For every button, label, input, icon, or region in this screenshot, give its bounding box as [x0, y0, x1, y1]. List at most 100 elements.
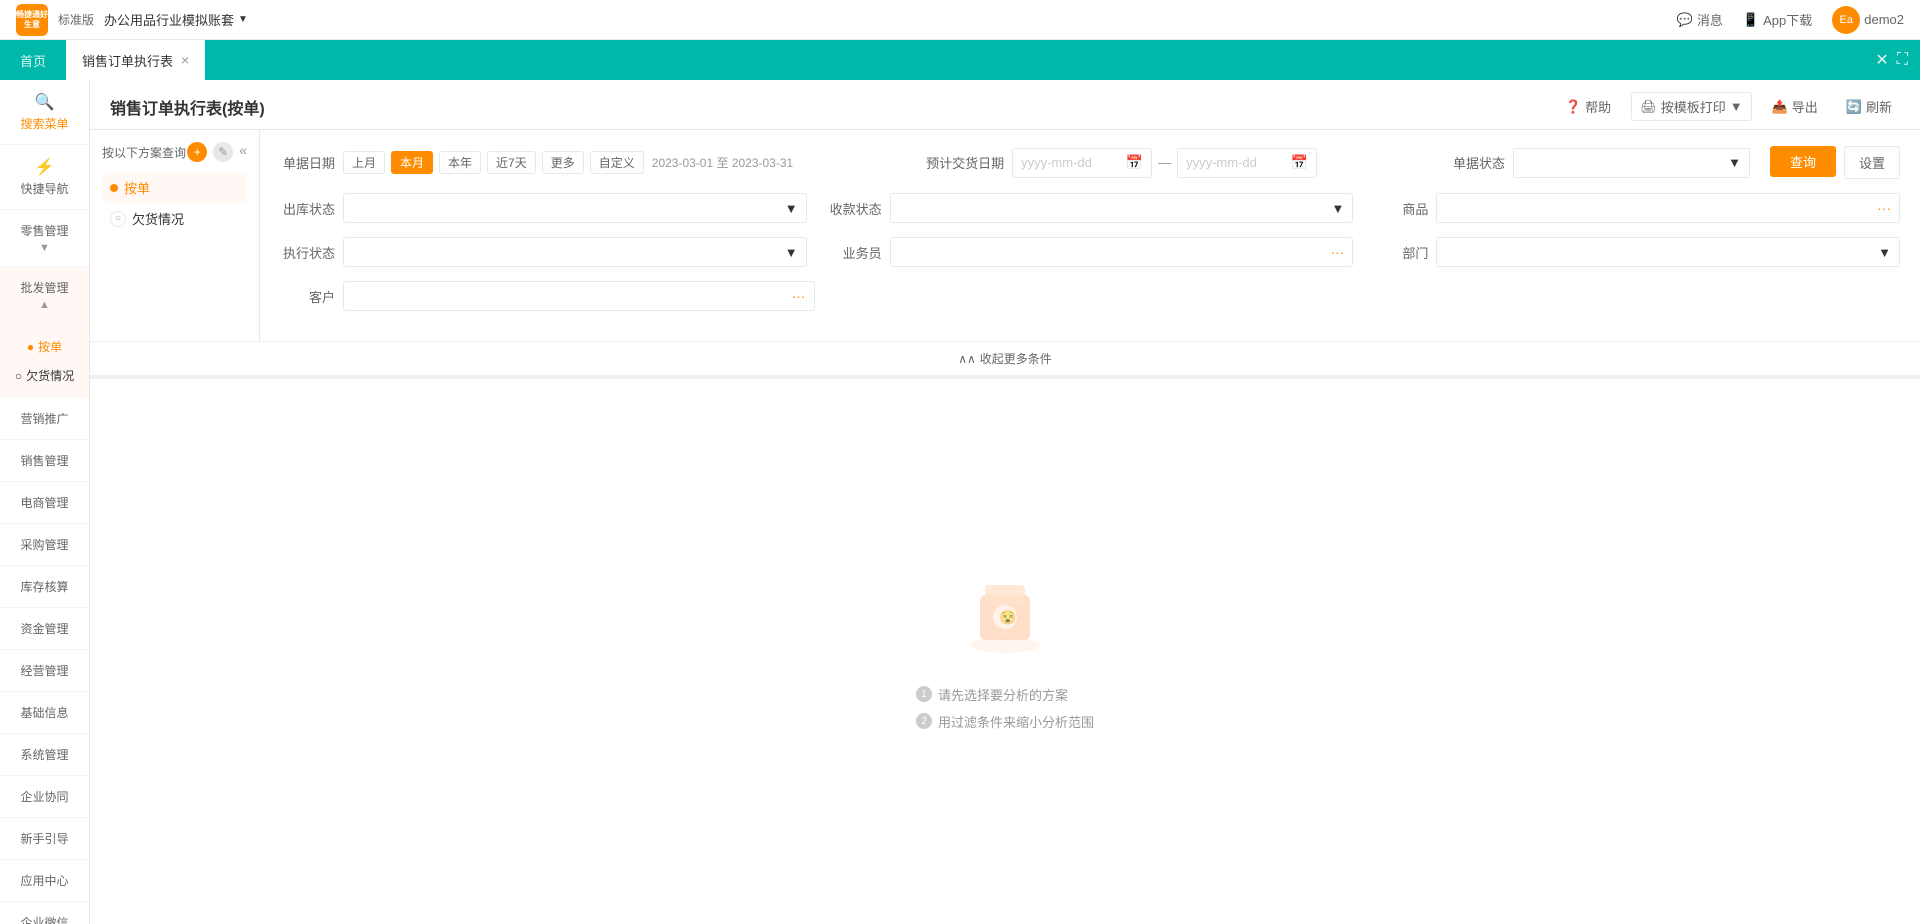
scheme-actions: + ✎ « — [187, 142, 247, 162]
quicknav-label: 快捷导航 — [20, 180, 68, 197]
expected-date-range: yyyy-mm-dd 📅 — yyyy-mm-dd 📅 — [1012, 148, 1317, 178]
page-header: 销售订单执行表(按单) ❓ 帮助 🖨 按模板打印 ▼ 📤 导出 🔄 刷新 — [90, 80, 1920, 130]
filter-goods-item: 商品 ··· — [1373, 193, 1900, 223]
salesman-more-icon[interactable]: ··· — [1330, 244, 1344, 260]
settings-button[interactable]: 设置 — [1844, 146, 1900, 179]
sidebar-item-purchase[interactable]: 采购管理 — [0, 524, 89, 566]
sidebar-sub-item-order[interactable]: ● 按单 — [0, 332, 89, 361]
execution-select[interactable]: ▼ — [343, 237, 807, 267]
date-range-text: 2023-03-01 至 2023-03-31 — [652, 154, 793, 171]
status-select[interactable]: ▼ — [1513, 148, 1750, 178]
close-window-icon[interactable]: ✕ — [1875, 50, 1888, 70]
scheme-header-label: 按以下方案查询 — [102, 144, 186, 161]
scheme-collapse-button[interactable]: « — [239, 142, 247, 162]
sidebar-item-basic[interactable]: 基础信息 — [0, 692, 89, 734]
sidebar-sub-menu: ● 按单 ○ 欠货情况 — [0, 324, 89, 398]
receivable-sub-label: 欠货情况 — [26, 367, 74, 384]
home-tab-label: 首页 — [20, 51, 46, 70]
expected-end-date[interactable]: yyyy-mm-dd 📅 — [1177, 148, 1317, 178]
template-print-label: 按模板打印 — [1661, 97, 1726, 116]
refresh-button[interactable]: 🔄 刷新 — [1838, 93, 1900, 120]
sales-label: 销售管理 — [20, 452, 68, 469]
sidebar-item-search[interactable]: 🔍 搜索菜单 — [0, 80, 89, 145]
quicknav-icon: ⚡ — [35, 157, 55, 177]
payment-select[interactable]: ▼ — [890, 193, 1354, 223]
collapse-bar[interactable]: ∧∧ 收起更多条件 — [90, 341, 1920, 375]
sidebar-item-operation[interactable]: 经营管理 — [0, 650, 89, 692]
payment-label: 收款状态 — [827, 199, 882, 218]
scheme-add-button[interactable]: + — [187, 142, 207, 162]
tag-custom[interactable]: 自定义 — [590, 151, 644, 174]
industry-selector[interactable]: 办公用品行业模拟账套 ▼ — [104, 10, 248, 29]
scheme-active-dot — [110, 184, 118, 192]
goods-more-icon[interactable]: ··· — [1877, 200, 1891, 216]
start-date-calendar-icon[interactable]: 📅 — [1126, 154, 1143, 171]
sidebar-item-corpwechat[interactable]: 企业微信 — [0, 902, 89, 924]
tag-more[interactable]: 更多 — [542, 151, 584, 174]
tag-last-month[interactable]: 上月 — [343, 151, 385, 174]
search-menu-label: 搜索菜单 — [20, 115, 68, 132]
dept-select[interactable]: ▼ — [1436, 237, 1900, 267]
basic-label: 基础信息 — [20, 704, 68, 721]
sidebar-item-retail[interactable]: 零售管理 ▼ — [0, 210, 89, 267]
end-date-calendar-icon[interactable]: 📅 — [1291, 154, 1308, 171]
message-button[interactable]: 💬 消息 — [1677, 10, 1723, 29]
sidebar-item-marketing[interactable]: 营销推广 — [0, 398, 89, 440]
sidebar-item-appcenter[interactable]: 应用中心 — [0, 860, 89, 902]
tab-sales-order[interactable]: 销售订单执行表 × — [66, 40, 205, 80]
sidebar-item-wholesale[interactable]: 批发管理 ▲ — [0, 267, 89, 324]
scheme-edit-button[interactable]: ✎ — [213, 142, 233, 162]
scheme-inactive-circle: ○ — [110, 211, 126, 227]
salesman-select[interactable]: ··· — [890, 237, 1354, 267]
system-label: 系统管理 — [20, 746, 68, 763]
page-title: 销售订单执行表(按单) — [110, 95, 265, 119]
purchase-label: 采购管理 — [20, 536, 68, 553]
filter-actions: 查询 设置 — [1770, 146, 1900, 179]
corp-label: 企业协同 — [20, 788, 68, 805]
tab-close-button[interactable]: × — [181, 53, 189, 67]
plus-icon: + — [194, 145, 201, 159]
goods-select[interactable]: ··· — [1436, 193, 1900, 223]
empty-tip-2: 2 用过滤条件来缩小分析范围 — [916, 712, 1094, 731]
app-download-button[interactable]: 📱 App下载 — [1743, 10, 1812, 29]
customer-label: 客户 — [280, 287, 335, 306]
tag-this-month[interactable]: 本月 — [391, 151, 433, 174]
maximize-icon[interactable]: ⛶ — [1897, 51, 1908, 69]
sidebar-item-newguide[interactable]: 新手引导 — [0, 818, 89, 860]
tag-this-year[interactable]: 本年 — [439, 151, 481, 174]
corpwechat-label: 企业微信 — [20, 914, 68, 924]
date-tags: 上月 本月 本年 近7天 更多 自定义 — [343, 151, 644, 174]
scheme-header: 按以下方案查询 + ✎ « — [102, 142, 247, 162]
salesman-label: 业务员 — [827, 243, 882, 262]
print-chevron-icon: ▼ — [1730, 99, 1743, 114]
sidebar-sub-item-receivable[interactable]: ○ 欠货情况 — [0, 361, 89, 390]
help-button[interactable]: ❓ 帮助 — [1557, 93, 1619, 120]
content-area: 销售订单执行表(按单) ❓ 帮助 🖨 按模板打印 ▼ 📤 导出 🔄 刷新 — [90, 80, 1920, 924]
user-avatar-area[interactable]: Ea demo2 — [1832, 6, 1904, 34]
sidebar-item-system[interactable]: 系统管理 — [0, 734, 89, 776]
tab-home[interactable]: 首页 — [0, 40, 66, 80]
empty-illustration: 😵 — [955, 565, 1055, 665]
chevron-icon: ▼ — [39, 242, 50, 254]
sidebar-item-sales[interactable]: 销售管理 — [0, 440, 89, 482]
tag-last7days[interactable]: 近7天 — [487, 151, 536, 174]
outbound-select[interactable]: ▼ — [343, 193, 807, 223]
sidebar-item-quicknav[interactable]: ⚡ 快捷导航 — [0, 145, 89, 210]
tip-number-2: 2 — [916, 713, 932, 729]
sidebar-item-finance[interactable]: 资金管理 — [0, 608, 89, 650]
expected-date-label: 预计交货日期 — [926, 153, 1004, 172]
expected-start-date[interactable]: yyyy-mm-dd 📅 — [1012, 148, 1152, 178]
customer-more-icon[interactable]: ··· — [792, 288, 806, 304]
empty-tip-1: 1 请先选择要分析的方案 — [916, 685, 1094, 704]
sidebar-item-corp[interactable]: 企业协同 — [0, 776, 89, 818]
query-button[interactable]: 查询 — [1770, 146, 1836, 177]
scheme-item-order[interactable]: 按单 — [102, 172, 247, 203]
marketing-label: 营销推广 — [20, 410, 68, 427]
customer-select[interactable]: ··· — [343, 281, 815, 311]
export-button[interactable]: 📤 导出 — [1764, 93, 1826, 120]
scheme-item-receivable[interactable]: ○ 欠货情况 — [102, 203, 247, 234]
sidebar-item-ecommerce[interactable]: 电商管理 — [0, 482, 89, 524]
empty-state: 😵 1 请先选择要分析的方案 2 用过滤条件来缩小分析范围 — [90, 379, 1920, 924]
sidebar-item-stock[interactable]: 库存核算 — [0, 566, 89, 608]
template-print-button[interactable]: 🖨 按模板打印 ▼ — [1631, 92, 1751, 121]
